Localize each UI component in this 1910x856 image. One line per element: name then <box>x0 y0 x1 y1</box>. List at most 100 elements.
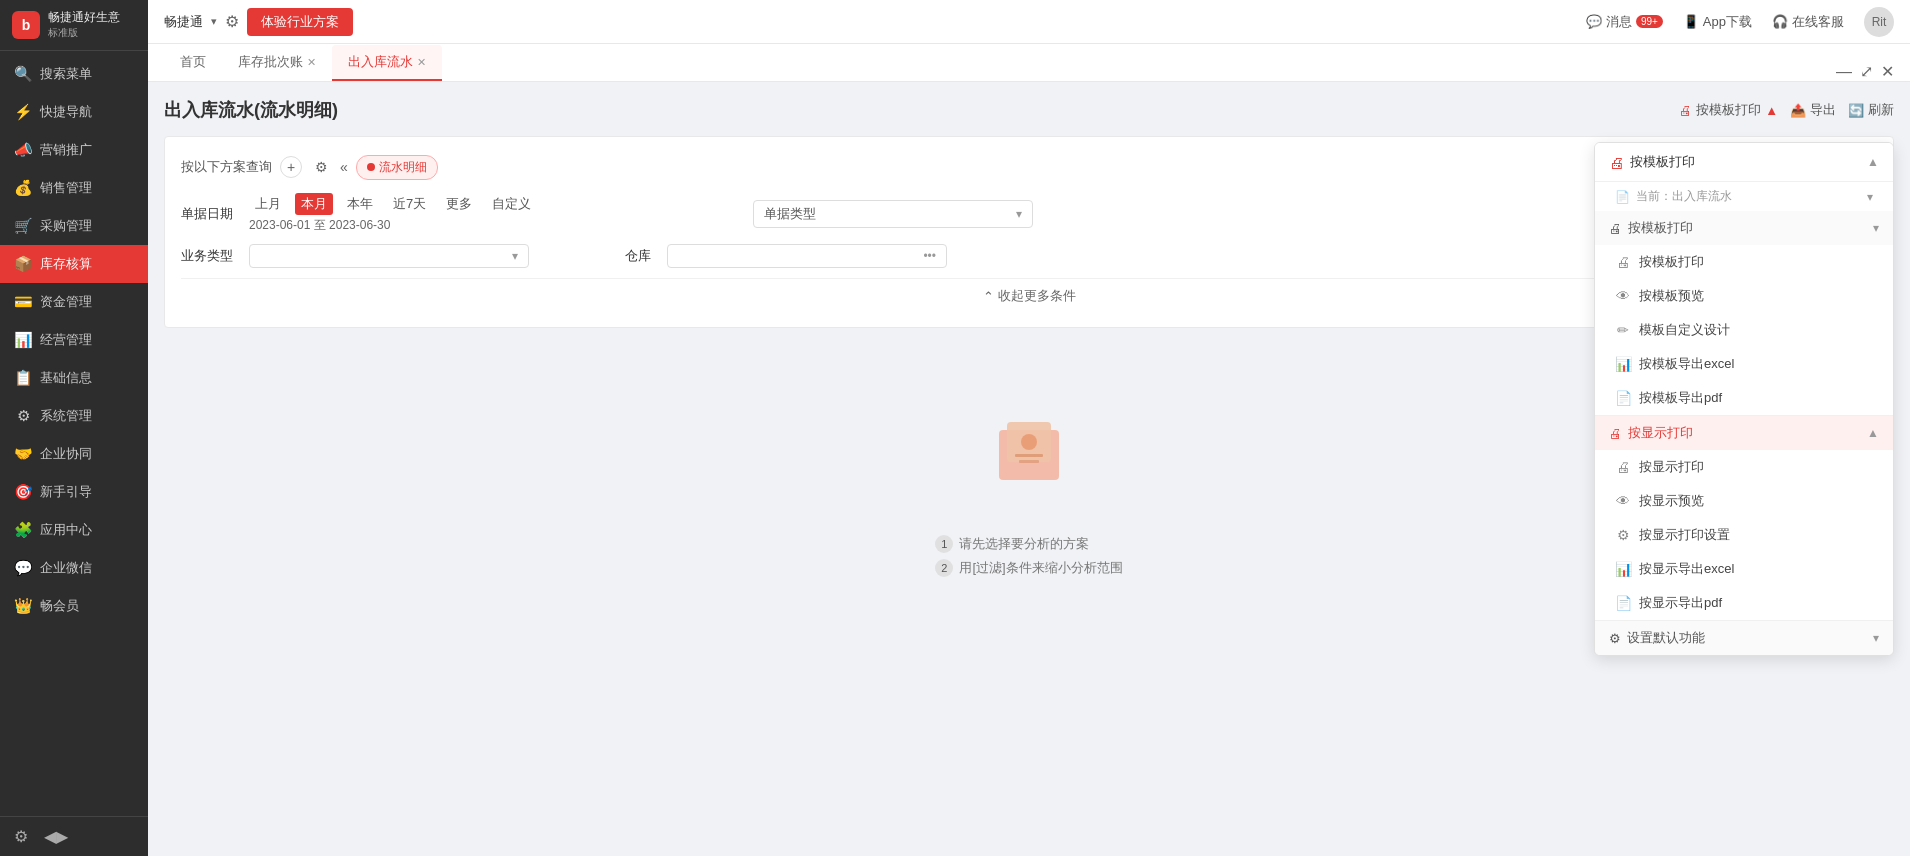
topbar-app-download[interactable]: 📱 App下载 <box>1683 13 1752 31</box>
close-window-button[interactable]: ✕ <box>1881 62 1894 81</box>
page-header: 出入库流水(流水明细) 🖨 按模板打印 ▲ 📤 导出 🔄 刷新 <box>164 98 1894 122</box>
topbar-dropdown-arrow[interactable]: ▾ <box>211 15 217 28</box>
tab-home[interactable]: 首页 <box>164 45 222 81</box>
date-tab-more[interactable]: 更多 <box>440 193 478 215</box>
refresh-button[interactable]: 🔄 刷新 <box>1848 101 1894 119</box>
sidebar-item-business[interactable]: 📊 经营管理 <box>0 321 148 359</box>
sidebar-item-sales[interactable]: 💰 销售管理 <box>0 169 148 207</box>
date-tabs-group: 上月 本月 本年 近7天 更多 自定义 2023-06-01 至 2023-06… <box>249 193 537 234</box>
voucher-type-label: 单据类型 <box>764 205 816 223</box>
voucher-type-arrow: ▾ <box>1016 207 1022 221</box>
sidebar-collapse-icon[interactable]: ◀▶ <box>44 827 68 846</box>
dropdown-item-template-pdf[interactable]: 📄 按模板导出pdf <box>1595 381 1893 415</box>
sidebar-item-shortcut[interactable]: ⚡ 快捷导航 <box>0 93 148 131</box>
online-service-label: 在线客服 <box>1792 13 1844 31</box>
tabbar-controls: — ⤢ ✕ <box>1836 62 1894 81</box>
filter-settings-button[interactable]: ⚙ <box>310 156 332 178</box>
sales-icon: 💰 <box>14 179 32 197</box>
dropdown-section-template-header[interactable]: 🖨 按模板打印 ▾ <box>1595 211 1893 245</box>
default-feature-title: ⚙ 设置默认功能 <box>1609 629 1705 647</box>
purchase-icon: 🛒 <box>14 217 32 235</box>
dropdown-section-display-header[interactable]: 🖨 按显示打印 ▲ <box>1595 416 1893 450</box>
sidebar-item-guide[interactable]: 🎯 新手引导 <box>0 473 148 511</box>
current-text: 当前：出入库流水 <box>1636 188 1732 205</box>
sidebar-item-collab[interactable]: 🤝 企业协同 <box>0 435 148 473</box>
tab-batch[interactable]: 库存批次账 ✕ <box>222 45 332 81</box>
sidebar-item-purchase[interactable]: 🛒 采购管理 <box>0 207 148 245</box>
wechat-icon: 💬 <box>14 559 32 577</box>
sidebar-item-basic-label: 基础信息 <box>40 369 92 387</box>
inventory-icon: 📦 <box>14 255 32 273</box>
dropdown-item-template-custom[interactable]: ✏ 模板自定义设计 <box>1595 313 1893 347</box>
sidebar-settings-icon[interactable]: ⚙ <box>14 827 28 846</box>
topbar-user-area: 畅捷通 ▾ ⚙ 体验行业方案 <box>164 8 1574 36</box>
date-tab-prev-month[interactable]: 上月 <box>249 193 287 215</box>
app-logo-icon: b <box>12 11 40 39</box>
filter-collapse-arrow[interactable]: « <box>340 159 348 175</box>
tab-flow-close[interactable]: ✕ <box>417 56 426 69</box>
tab-batch-close[interactable]: ✕ <box>307 56 316 69</box>
sidebar-item-marketing[interactable]: 📣 营销推广 <box>0 131 148 169</box>
tab-flow[interactable]: 出入库流水 ✕ <box>332 45 442 81</box>
sidebar-item-wechat[interactable]: 💬 企业微信 <box>0 549 148 587</box>
filter-add-button[interactable]: + <box>280 156 302 178</box>
export-icon: 📤 <box>1790 103 1806 118</box>
section-template-title: 🖨 按模板打印 <box>1609 219 1693 237</box>
sidebar-item-apps[interactable]: 🧩 应用中心 <box>0 511 148 549</box>
sidebar-nav: 🔍 搜索菜单 ⚡ 快捷导航 📣 营销推广 💰 销售管理 🛒 采购管理 📦 库存核… <box>0 51 148 816</box>
dropdown-item-display-preview[interactable]: 👁 按显示预览 <box>1595 484 1893 518</box>
item-display-excel-icon: 📊 <box>1615 561 1631 577</box>
sidebar-item-system[interactable]: ⚙ 系统管理 <box>0 397 148 435</box>
dropdown-item-display-print[interactable]: 🖨 按显示打印 <box>1595 450 1893 484</box>
item-custom-icon: ✏ <box>1615 322 1631 338</box>
sidebar-item-member[interactable]: 👑 畅会员 <box>0 587 148 625</box>
sidebar-item-search[interactable]: 🔍 搜索菜单 <box>0 55 148 93</box>
export-button[interactable]: 📤 导出 <box>1790 101 1836 119</box>
filter-search-label: 按以下方案查询 <box>181 158 272 176</box>
dropdown-item-display-settings[interactable]: ⚙ 按显示打印设置 <box>1595 518 1893 552</box>
dropdown-item-template-print[interactable]: 🖨 按模板打印 <box>1595 245 1893 279</box>
active-filter-tag: 流水明细 <box>356 155 438 180</box>
dropdown-item-template-excel[interactable]: 📊 按模板导出excel <box>1595 347 1893 381</box>
date-tab-current-year[interactable]: 本年 <box>341 193 379 215</box>
filter-tag-dot <box>367 163 375 171</box>
sidebar-item-shortcut-label: 快捷导航 <box>40 103 92 121</box>
voucher-type-group: 单据类型 ▾ <box>753 200 1033 228</box>
dropdown-item-display-excel[interactable]: 📊 按显示导出excel <box>1595 552 1893 586</box>
date-tab-custom[interactable]: 自定义 <box>486 193 537 215</box>
app-download-label: App下载 <box>1703 13 1752 31</box>
tab-batch-label: 库存批次账 <box>238 53 303 71</box>
current-icon: 📄 <box>1615 190 1630 204</box>
dropdown-item-template-preview[interactable]: 👁 按模板预览 <box>1595 279 1893 313</box>
sidebar-item-basic[interactable]: 📋 基础信息 <box>0 359 148 397</box>
default-feature-arrow: ▾ <box>1873 631 1879 645</box>
topbar-settings-icon[interactable]: ⚙ <box>225 12 239 31</box>
topbar-avatar[interactable]: Rit <box>1864 7 1894 37</box>
app-download-icon: 📱 <box>1683 14 1699 29</box>
sidebar-item-finance[interactable]: 💳 资金管理 <box>0 283 148 321</box>
item-display-settings-icon: ⚙ <box>1615 527 1631 543</box>
sidebar-item-inventory[interactable]: 📦 库存核算 <box>0 245 148 283</box>
minimize-button[interactable]: — <box>1836 63 1852 81</box>
trial-button[interactable]: 体验行业方案 <box>247 8 353 36</box>
page-actions: 🖨 按模板打印 ▲ 📤 导出 🔄 刷新 <box>1679 101 1894 119</box>
maximize-button[interactable]: ⤢ <box>1860 62 1873 81</box>
topbar-online-service[interactable]: 🎧 在线客服 <box>1772 13 1844 31</box>
svg-rect-4 <box>1019 460 1039 463</box>
warehouse-field[interactable]: ••• <box>667 244 947 268</box>
sidebar-item-sales-label: 销售管理 <box>40 179 92 197</box>
online-service-icon: 🎧 <box>1772 14 1788 29</box>
dropdown-default-feature[interactable]: ⚙ 设置默认功能 ▾ <box>1595 621 1893 655</box>
biz-type-field[interactable]: ▾ <box>249 244 529 268</box>
date-tab-current-month[interactable]: 本月 <box>295 193 333 215</box>
section-display-title: 🖨 按显示打印 <box>1609 424 1693 442</box>
date-tab-7days[interactable]: 近7天 <box>387 193 432 215</box>
topbar: 畅捷通 ▾ ⚙ 体验行业方案 💬 消息 99+ 📱 App下载 🎧 在线客服 R… <box>148 0 1910 44</box>
member-icon: 👑 <box>14 597 32 615</box>
topbar-messages[interactable]: 💬 消息 99+ <box>1586 13 1663 31</box>
print-template-button[interactable]: 🖨 按模板打印 ▲ <box>1679 101 1778 119</box>
voucher-type-field[interactable]: 单据类型 ▾ <box>753 200 1033 228</box>
dropdown-item-display-pdf[interactable]: 📄 按显示导出pdf <box>1595 586 1893 620</box>
dropdown-header[interactable]: 🖨 按模板打印 ▲ <box>1595 143 1893 182</box>
section-template-icon: 🖨 <box>1609 221 1622 236</box>
